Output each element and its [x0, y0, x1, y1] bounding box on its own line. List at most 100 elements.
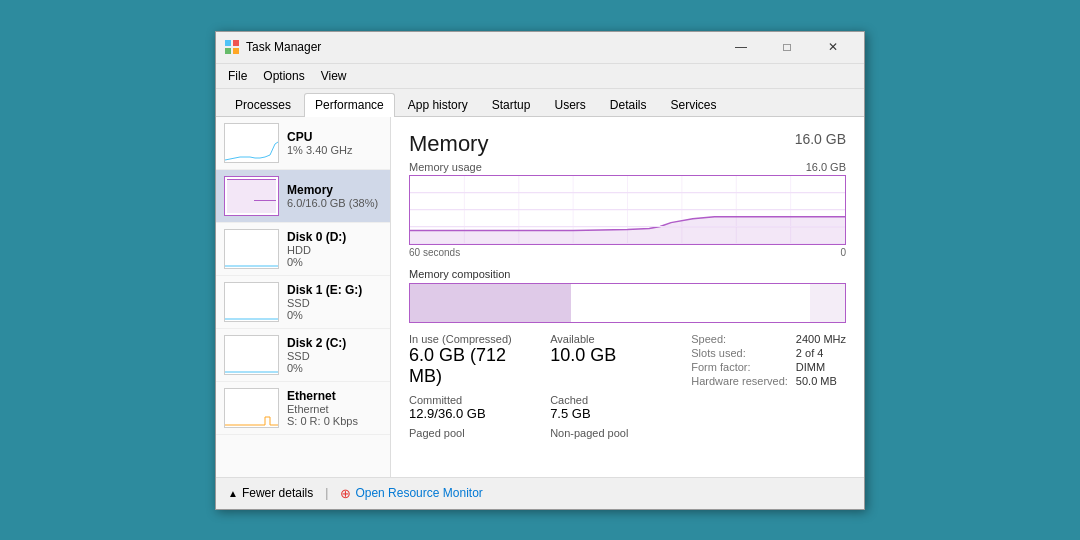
- grid-line-3: [410, 210, 845, 227]
- slots-label: Slots used:: [691, 347, 788, 359]
- hw-reserved-label: Hardware reserved:: [691, 375, 788, 387]
- monitor-icon: ⊕: [340, 486, 351, 501]
- time-right: 0: [840, 247, 846, 258]
- svg-rect-2: [225, 48, 231, 54]
- sidebar-item-cpu[interactable]: CPU 1% 3.40 GHz: [216, 117, 390, 170]
- svg-rect-1: [233, 40, 239, 46]
- ethernet-title: Ethernet: [287, 389, 382, 403]
- disk0-title: Disk 0 (D:): [287, 230, 382, 244]
- fewer-details-label: Fewer details: [242, 486, 313, 500]
- available-value: 10.0 GB: [550, 345, 671, 367]
- sidebar-item-disk0[interactable]: Disk 0 (D:) HDD 0%: [216, 223, 390, 276]
- tab-startup[interactable]: Startup: [481, 93, 542, 116]
- chart-time-row: 60 seconds 0: [409, 247, 846, 258]
- sidebar-item-disk2[interactable]: Disk 2 (C:) SSD 0%: [216, 329, 390, 382]
- stat-nonpaged: Non-paged pool: [550, 427, 671, 439]
- disk0-usage: 0%: [287, 256, 382, 268]
- open-resource-monitor-button[interactable]: ⊕ Open Resource Monitor: [340, 486, 482, 501]
- disk1-info: Disk 1 (E: G:) SSD 0%: [287, 283, 382, 321]
- svg-rect-0: [225, 40, 231, 46]
- tab-app-history[interactable]: App history: [397, 93, 479, 116]
- sidebar-item-ethernet[interactable]: Ethernet Ethernet S: 0 R: 0 Kbps: [216, 382, 390, 435]
- comp-cached: [810, 284, 845, 322]
- grid-line-2: [410, 193, 845, 210]
- comp-in-use: [410, 284, 571, 322]
- grid-line-1: [410, 176, 845, 193]
- menu-view[interactable]: View: [313, 66, 355, 86]
- stat-in-use: In use (Compressed) 6.0 GB (712 MB): [409, 333, 530, 388]
- app-icon: [224, 39, 240, 55]
- cpu-sub: 1% 3.40 GHz: [287, 144, 382, 156]
- footer: ▲ Fewer details | ⊕ Open Resource Monito…: [216, 477, 864, 509]
- menu-file[interactable]: File: [220, 66, 255, 86]
- tab-services[interactable]: Services: [660, 93, 728, 116]
- menu-options[interactable]: Options: [255, 66, 312, 86]
- ethernet-speed: S: 0 R: 0 Kbps: [287, 415, 382, 427]
- ethernet-info: Ethernet Ethernet S: 0 R: 0 Kbps: [287, 389, 382, 427]
- disk1-title: Disk 1 (E: G:): [287, 283, 382, 297]
- available-label: Available: [550, 333, 671, 345]
- tab-processes[interactable]: Processes: [224, 93, 302, 116]
- cached-label: Cached: [550, 394, 671, 406]
- tab-details[interactable]: Details: [599, 93, 658, 116]
- disk2-thumbnail: [224, 335, 279, 375]
- paged-label: Paged pool: [409, 427, 530, 439]
- chart-max: 16.0 GB: [806, 161, 846, 173]
- disk1-thumbnail: [224, 282, 279, 322]
- minimize-button[interactable]: —: [718, 31, 764, 63]
- in-use-value: 6.0 GB (712 MB): [409, 345, 530, 388]
- stat-cached: Cached 7.5 GB: [550, 394, 671, 422]
- stat-available: Available 10.0 GB: [550, 333, 671, 388]
- stat-paged: Paged pool: [409, 427, 530, 439]
- fewer-details-button[interactable]: ▲ Fewer details: [228, 486, 313, 500]
- cpu-title: CPU: [287, 130, 382, 144]
- disk0-type: HDD: [287, 244, 382, 256]
- memory-thumbnail: [224, 176, 279, 216]
- memory-chart: [409, 175, 846, 245]
- panel-header: Memory 16.0 GB: [409, 131, 846, 157]
- memory-usage-section: Memory usage 16.0 GB: [409, 161, 846, 258]
- speed-label: Speed:: [691, 333, 788, 345]
- disk2-type: SSD: [287, 350, 382, 362]
- comp-available: [571, 284, 810, 322]
- cpu-thumbnail: [224, 123, 279, 163]
- sidebar-item-memory[interactable]: Memory 6.0/16.0 GB (38%): [216, 170, 390, 223]
- title-bar: Task Manager — □ ✕: [216, 32, 864, 64]
- tab-performance[interactable]: Performance: [304, 93, 395, 117]
- disk1-usage: 0%: [287, 309, 382, 321]
- ethernet-thumbnail: [224, 388, 279, 428]
- composition-label: Memory composition: [409, 268, 846, 280]
- composition-section: Memory composition: [409, 268, 846, 323]
- cpu-info: CPU 1% 3.40 GHz: [287, 130, 382, 156]
- chart-label-row: Memory usage 16.0 GB: [409, 161, 846, 173]
- tab-bar: Processes Performance App history Startu…: [216, 89, 864, 117]
- ethernet-type: Ethernet: [287, 403, 382, 415]
- stats-section: In use (Compressed) 6.0 GB (712 MB) Avai…: [409, 333, 846, 440]
- committed-label: Committed: [409, 394, 530, 406]
- disk0-thumbnail: [224, 229, 279, 269]
- memory-title: Memory: [287, 183, 382, 197]
- chart-label: Memory usage: [409, 161, 482, 173]
- committed-value: 12.9/36.0 GB: [409, 406, 530, 422]
- close-button[interactable]: ✕: [810, 31, 856, 63]
- chevron-up-icon: ▲: [228, 488, 238, 499]
- maximize-button[interactable]: □: [764, 31, 810, 63]
- disk2-title: Disk 2 (C:): [287, 336, 382, 350]
- form-label: Form factor:: [691, 361, 788, 373]
- in-use-label: In use (Compressed): [409, 333, 530, 345]
- stat-committed: Committed 12.9/36.0 GB: [409, 394, 530, 422]
- main-panel: Memory 16.0 GB Memory usage 16.0 GB: [391, 117, 864, 477]
- disk2-usage: 0%: [287, 362, 382, 374]
- sidebar-item-disk1[interactable]: Disk 1 (E: G:) SSD 0%: [216, 276, 390, 329]
- stats-left: In use (Compressed) 6.0 GB (712 MB) Avai…: [409, 333, 671, 440]
- memory-sub: 6.0/16.0 GB (38%): [287, 197, 382, 209]
- open-monitor-label: Open Resource Monitor: [355, 486, 482, 500]
- disk2-info: Disk 2 (C:) SSD 0%: [287, 336, 382, 374]
- grid-line-4: [410, 227, 845, 244]
- disk0-info: Disk 0 (D:) HDD 0%: [287, 230, 382, 268]
- sidebar: CPU 1% 3.40 GHz Memory 6.0/16.0 GB (38%): [216, 117, 391, 477]
- time-left: 60 seconds: [409, 247, 460, 258]
- panel-title: Memory: [409, 131, 488, 157]
- slots-value: 2 of 4: [796, 347, 846, 359]
- tab-users[interactable]: Users: [543, 93, 596, 116]
